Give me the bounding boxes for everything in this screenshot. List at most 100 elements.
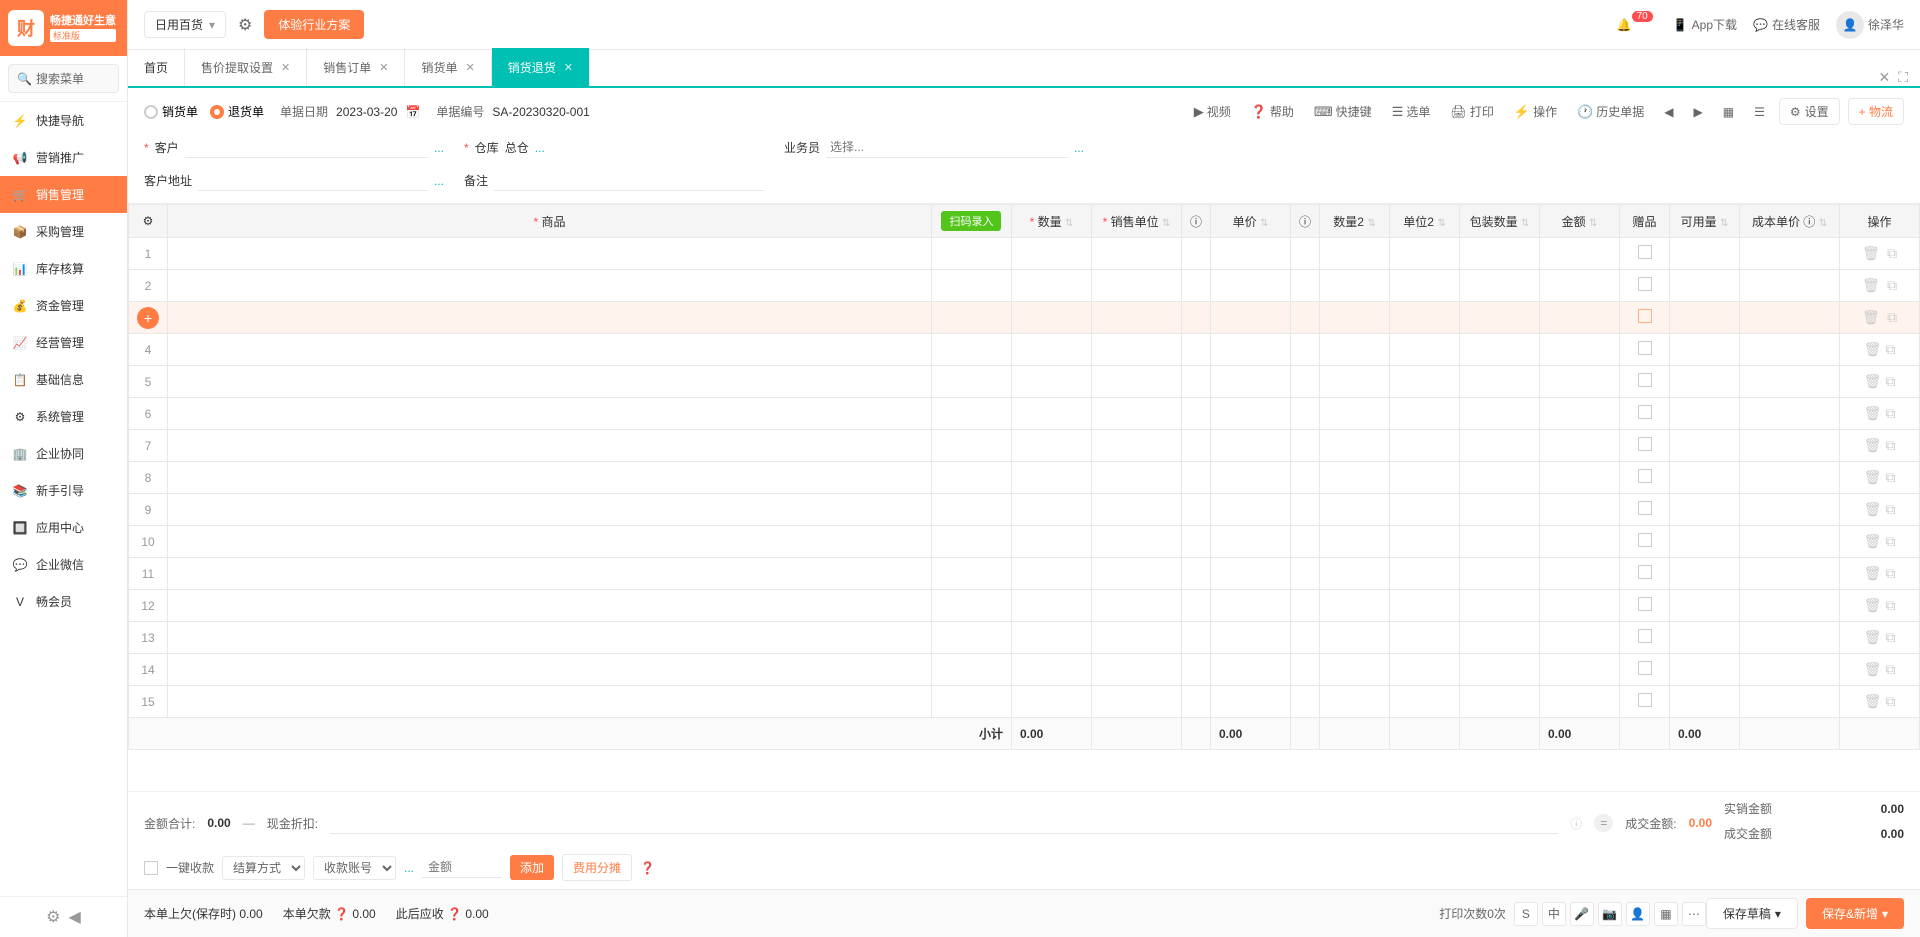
toolbar-print[interactable]: 🖨 打印 [1444,100,1500,123]
tab-sales-order[interactable]: 销售订单 ✕ [307,48,405,86]
user-menu[interactable]: 👤 徐泽华 [1836,11,1904,39]
delete-row-1-icon[interactable]: 🗑 [1862,245,1880,261]
gift-cb[interactable] [1638,437,1652,451]
address-dots[interactable]: ... [434,174,444,188]
sidebar-item-member[interactable]: V 畅会员 [0,583,127,620]
input-method-zh-icon[interactable]: 中 [1542,902,1566,926]
toolbar-video[interactable]: ▶ 视频 [1188,100,1237,123]
row-gift-2[interactable] [1620,270,1670,302]
gift-cb[interactable] [1638,405,1652,419]
salesperson-input[interactable] [826,137,1068,158]
gift-cb[interactable] [1638,597,1652,611]
delete-row-3-icon[interactable]: 🗑 [1862,309,1880,325]
calc-method-select[interactable]: 结算方式 [222,856,305,880]
delete-icon[interactable]: 🗑 [1864,341,1882,357]
row-product-2[interactable] [168,270,932,302]
row-price-2[interactable] [1210,270,1290,302]
row-price-3[interactable] [1210,302,1290,334]
gift-cb[interactable] [1638,629,1652,643]
gift-cb[interactable] [1638,565,1652,579]
sidebar-item-quick-nav[interactable]: ⚡ 快捷导航 [0,102,127,139]
delete-icon[interactable]: 🗑 [1864,629,1882,645]
row-pkg-1[interactable] [1460,238,1540,270]
toolbar-grid-view[interactable]: ▦ [1717,102,1740,122]
gift-cb[interactable] [1638,373,1652,387]
amount-input[interactable] [422,857,502,878]
toolbar-list-view[interactable]: ☰ [1748,102,1771,122]
note-input[interactable] [494,170,764,191]
copy-icon[interactable]: ⧉ [1885,341,1895,357]
sidebar-collapse-icon[interactable]: ◀ [69,907,81,927]
delete-icon[interactable]: 🗑 [1864,597,1882,613]
save-draft-btn[interactable]: 保存草稿 ▾ [1706,898,1798,929]
copy-icon[interactable]: ⧉ [1885,693,1895,709]
row-pkg-3[interactable] [1460,302,1540,334]
copy-row-2-icon[interactable]: ⧉ [1887,277,1897,293]
gift-cb[interactable] [1638,501,1652,515]
gift-cb[interactable] [1638,693,1652,707]
search-menu-button[interactable]: 🔍 搜索菜单 [8,64,119,93]
tab-sales-invoice[interactable]: 销货单 ✕ [405,48,491,86]
trial-btn[interactable]: 体验行业方案 [264,10,364,39]
toolbar-help[interactable]: ❓ 帮助 [1245,100,1300,123]
delete-icon[interactable]: 🗑 [1864,661,1882,677]
sidebar-item-finance[interactable]: 💰 资金管理 [0,287,127,324]
row-qty2-2[interactable] [1320,270,1390,302]
copy-icon[interactable]: ⧉ [1885,437,1895,453]
tab-close-all-icon[interactable]: ✕ [1878,69,1890,86]
gift-checkbox-3[interactable] [1638,309,1652,323]
copy-icon[interactable]: ⧉ [1885,373,1895,389]
sidebar-item-basic-info[interactable]: 📋 基础信息 [0,361,127,398]
copy-icon[interactable]: ⧉ [1885,469,1895,485]
industry-dropdown[interactable]: 日用百货 ▾ [144,11,226,38]
tab-home[interactable]: 首页 [128,48,185,86]
tab-sales-return[interactable]: 销货退货 ✕ [492,48,590,86]
sidebar-item-marketing[interactable]: 📢 营销推广 [0,139,127,176]
copy-icon[interactable]: ⧉ [1885,565,1895,581]
row-qty-1[interactable] [1011,238,1091,270]
sidebar-item-purchase[interactable]: 📦 采购管理 [0,213,127,250]
gift-cb[interactable] [1638,469,1652,483]
tab-price-settings[interactable]: 售价提取设置 ✕ [185,48,307,86]
delete-icon[interactable]: 🗑 [1864,437,1882,453]
gift-cb[interactable] [1638,341,1652,355]
row-gift-1[interactable] [1620,238,1670,270]
toolbar-operation[interactable]: ⚡ 操作 [1508,100,1563,123]
split-btn[interactable]: 费用分摊 [562,854,632,881]
app-download-btn[interactable]: 📱 App下载 [1673,16,1737,33]
row-gift-3[interactable] [1620,302,1670,334]
gift-cb[interactable] [1638,661,1652,675]
qr-icon[interactable]: ▦ [1654,902,1678,926]
product-input-3[interactable] [176,311,923,325]
delete-icon[interactable]: 🗑 [1864,565,1882,581]
account-dots[interactable]: ... [404,861,414,875]
sidebar-item-sales[interactable]: 🛒 销售管理 [0,176,127,213]
row-pkg-2[interactable] [1460,270,1540,302]
toolbar-shortcut[interactable]: ⌨ 快捷键 [1308,100,1378,123]
delete-icon[interactable]: 🗑 [1864,469,1882,485]
one-click-checkbox[interactable] [144,861,158,875]
customer-dots[interactable]: ... [434,141,444,155]
online-service-btn[interactable]: 💬 在线客服 [1753,16,1820,33]
sidebar-item-inventory[interactable]: 📊 库存核算 [0,250,127,287]
copy-icon[interactable]: ⧉ [1885,597,1895,613]
copy-icon[interactable]: ⧉ [1885,533,1895,549]
account-select[interactable]: 收款账号 [313,856,396,880]
toolbar-next[interactable]: ▶ [1688,102,1709,122]
delete-icon[interactable]: 🗑 [1864,405,1882,421]
warehouse-dots[interactable]: ... [535,141,545,155]
copy-icon[interactable]: ⧉ [1885,501,1895,517]
copy-row-3-icon[interactable]: ⧉ [1887,309,1897,325]
delete-icon[interactable]: 🗑 [1864,501,1882,517]
gift-checkbox-2[interactable] [1638,277,1652,291]
row-amount-1[interactable] [1540,238,1620,270]
salesperson-dots[interactable]: ... [1074,141,1084,155]
toolbar-history[interactable]: 🕐 历史单据 [1571,100,1650,123]
row-product-1[interactable] [168,238,932,270]
sidebar-item-wechat[interactable]: 💬 企业微信 [0,546,127,583]
row-qty2-1[interactable] [1320,238,1390,270]
return-radio[interactable]: 退货单 [210,103,264,120]
row-unit-2[interactable] [1091,270,1181,302]
toolbar-prev[interactable]: ◀ [1658,102,1679,122]
sidebar-item-app-center[interactable]: 🔲 应用中心 [0,509,127,546]
